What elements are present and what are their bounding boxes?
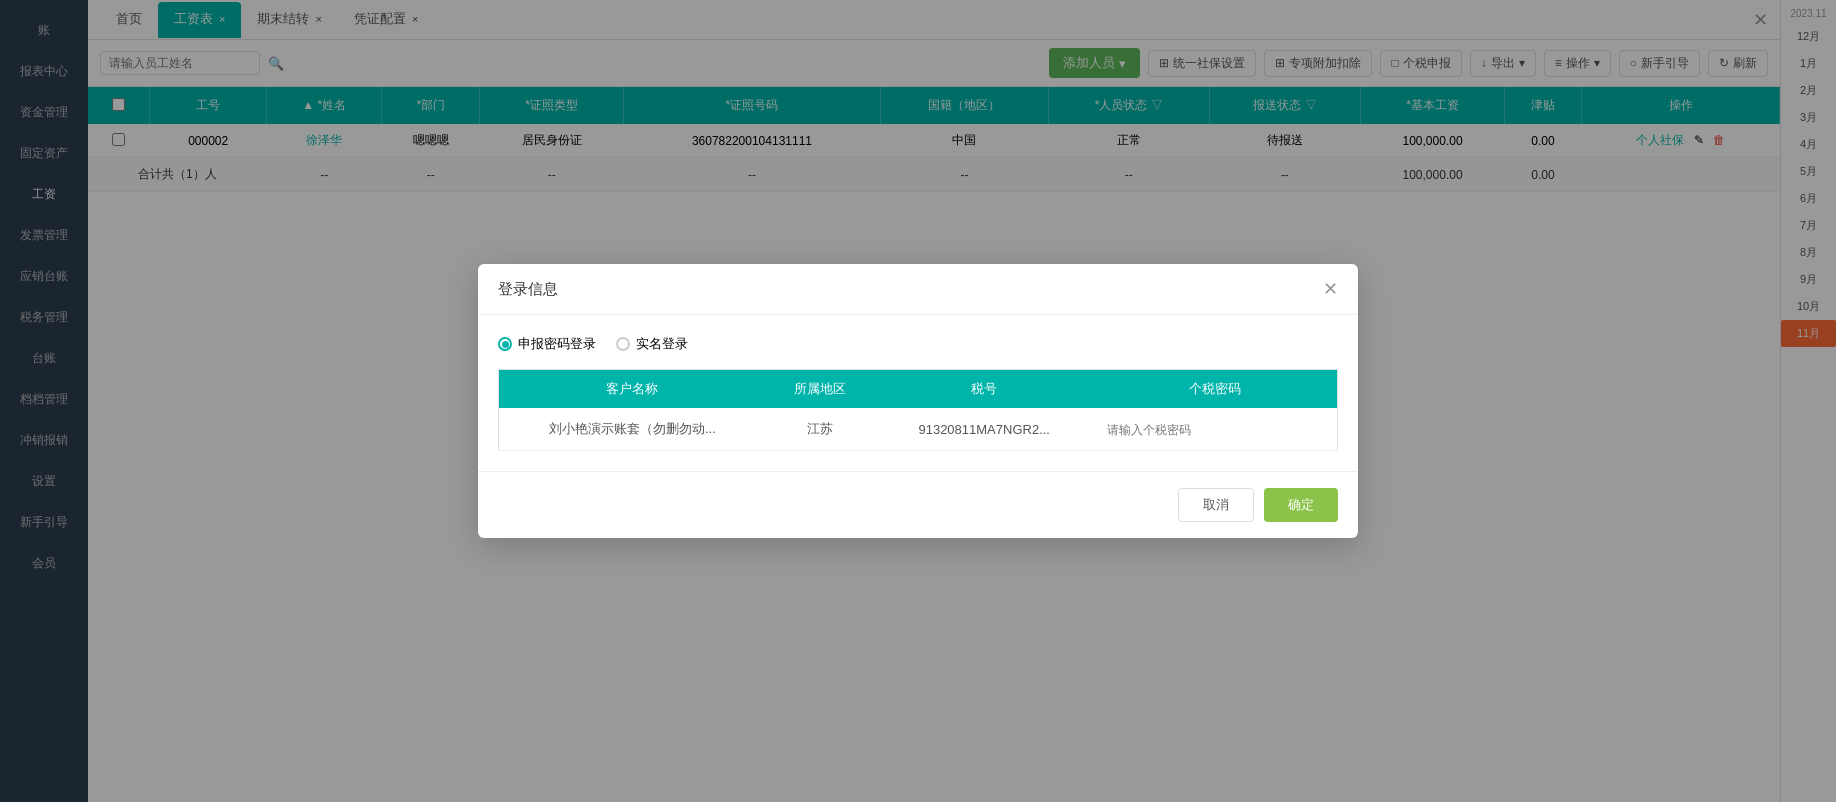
client-table: 客户名称 所属地区 税号 个税密码 刘小艳演示账套（勿删勿动... 江苏 913… <box>498 369 1338 451</box>
cancel-button[interactable]: 取消 <box>1178 488 1254 522</box>
col-tax-password: 个税密码 <box>1093 370 1337 409</box>
dialog-close-icon[interactable]: ✕ <box>1323 278 1338 300</box>
radio-password-icon[interactable] <box>498 337 512 351</box>
dialog-header: 登录信息 ✕ <box>478 264 1358 315</box>
radio-password-login[interactable]: 申报密码登录 <box>498 335 596 353</box>
tax-password-input[interactable] <box>1107 423 1323 437</box>
login-radio-group: 申报密码登录 实名登录 <box>498 335 1338 353</box>
radio-realname-label: 实名登录 <box>636 335 688 353</box>
region-cell: 江苏 <box>766 408 875 451</box>
client-name-cell: 刘小艳演示账套（勿删勿动... <box>499 408 766 451</box>
radio-password-label: 申报密码登录 <box>518 335 596 353</box>
col-client-name: 客户名称 <box>499 370 766 409</box>
dialog-title: 登录信息 <box>498 280 558 299</box>
col-tax-no: 税号 <box>875 370 1093 409</box>
col-region: 所属地区 <box>766 370 875 409</box>
radio-realname-icon[interactable] <box>616 337 630 351</box>
client-row: 刘小艳演示账套（勿删勿动... 江苏 91320811MA7NGR2... <box>499 408 1338 451</box>
radio-realname-login[interactable]: 实名登录 <box>616 335 688 353</box>
password-cell[interactable] <box>1093 408 1337 451</box>
tax-no-cell: 91320811MA7NGR2... <box>875 408 1093 451</box>
dialog-footer: 取消 确定 <box>478 471 1358 538</box>
dialog-body: 申报密码登录 实名登录 客户名称 所属地区 税号 个税密码 <box>478 315 1358 471</box>
confirm-button[interactable]: 确定 <box>1264 488 1338 522</box>
modal-overlay: 登录信息 ✕ 申报密码登录 实名登录 <box>0 0 1836 802</box>
login-dialog: 登录信息 ✕ 申报密码登录 实名登录 <box>478 264 1358 538</box>
